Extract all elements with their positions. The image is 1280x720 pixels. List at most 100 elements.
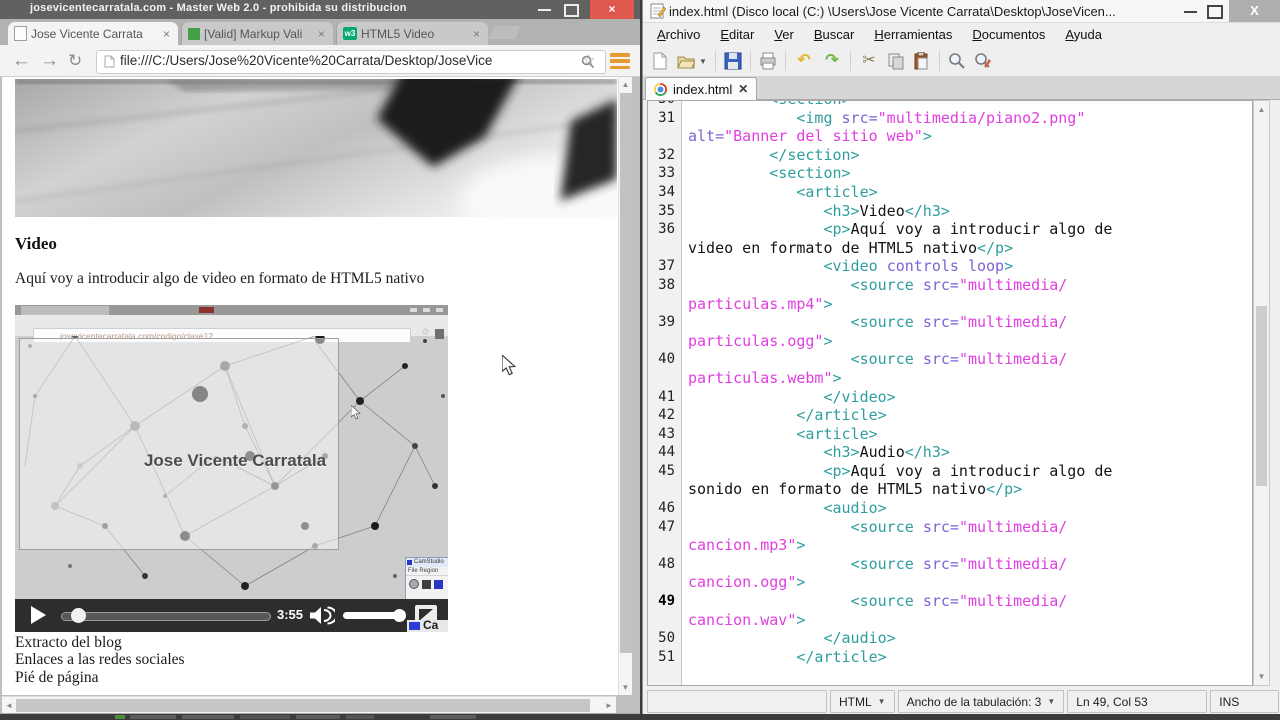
status-tabwidth-select[interactable]: Ancho de la tabulación: 3 ▼	[897, 690, 1065, 713]
taskbar-item[interactable]	[430, 715, 476, 719]
code-row[interactable]: 46 <audio>	[648, 499, 1252, 518]
volume-thumb[interactable]	[393, 609, 406, 622]
menu-item-documentos[interactable]: Documentos	[962, 27, 1055, 42]
scroll-left-icon[interactable]: ◄	[4, 701, 14, 710]
close-tab-icon[interactable]: ✕	[738, 82, 748, 96]
minimize-button[interactable]	[1184, 11, 1197, 13]
taskbar-item[interactable]	[182, 715, 234, 719]
menu-item-ver[interactable]: Ver	[764, 27, 804, 42]
browser-tab-1[interactable]: Jose Vicente Carrata ×	[8, 22, 178, 45]
toolbar-separator	[784, 51, 786, 71]
code-row[interactable]: 34 <article>	[648, 183, 1252, 202]
new-file-icon[interactable]	[651, 52, 669, 70]
save-icon[interactable]	[724, 52, 742, 70]
code-row[interactable]: 42 </article>	[648, 406, 1252, 425]
code-row[interactable]: 39 <source src="multimedia/	[648, 313, 1252, 332]
back-icon[interactable]: ←	[12, 48, 31, 74]
scrollbar-thumb[interactable]	[1256, 306, 1267, 486]
copy-icon[interactable]	[887, 52, 905, 70]
minimize-button[interactable]	[538, 9, 551, 11]
taskbar-item[interactable]	[240, 715, 290, 719]
taskbar-item[interactable]	[296, 715, 340, 719]
code-row[interactable]: 44 <h3>Audio</h3>	[648, 443, 1252, 462]
open-file-icon[interactable]	[677, 52, 696, 70]
taskbar-item[interactable]	[115, 715, 125, 719]
scroll-up-icon[interactable]: ▲	[1254, 105, 1269, 114]
maximize-button[interactable]	[564, 4, 579, 17]
undo-icon[interactable]: ↶	[794, 52, 814, 70]
close-tab-icon[interactable]: ×	[471, 27, 482, 41]
scrollbar-thumb[interactable]	[620, 93, 632, 653]
menu-item-editar[interactable]: Editar	[710, 27, 764, 42]
code-row[interactable]: 47 <source src="multimedia/	[648, 518, 1252, 537]
editor-tab-index-html[interactable]: index.html ✕	[645, 77, 758, 100]
find-replace-icon[interactable]	[974, 52, 992, 70]
browser-tab-2[interactable]: [Valid] Markup Vali ×	[181, 22, 333, 45]
code-row[interactable]: 35 <h3>Video</h3>	[648, 202, 1252, 221]
code-row[interactable]: particulas.ogg">	[648, 332, 1252, 351]
code-row[interactable]: 36 <p>Aquí voy a introducir algo de	[648, 220, 1252, 239]
code-row[interactable]: cancion.mp3">	[648, 536, 1252, 555]
video-progress-bar[interactable]	[61, 612, 271, 621]
code-row[interactable]: 45 <p>Aquí voy a introducir algo de	[648, 462, 1252, 481]
print-icon[interactable]	[759, 52, 777, 70]
close-tab-icon[interactable]: ×	[316, 27, 327, 41]
maximize-button[interactable]	[1207, 5, 1223, 19]
browser-vertical-scrollbar[interactable]: ▲ ▼	[618, 77, 632, 695]
redo-icon[interactable]: ↷	[822, 52, 842, 70]
code-row[interactable]: 43 <article>	[648, 425, 1252, 444]
bookmark-star-icon[interactable]: ☆	[582, 51, 595, 69]
scroll-down-icon[interactable]: ▼	[619, 683, 632, 692]
code-row[interactable]: 49 <source src="multimedia/	[648, 592, 1252, 611]
code-row[interactable]: 33 <section>	[648, 164, 1252, 183]
taskbar-item[interactable]	[346, 715, 374, 719]
paste-icon[interactable]	[913, 51, 931, 70]
code-row[interactable]: cancion.wav">	[648, 611, 1252, 630]
code-editor-area[interactable]: 30 <section>31 <img src="multimedia/pian…	[647, 100, 1253, 686]
close-tab-icon[interactable]: ×	[161, 27, 172, 41]
code-row[interactable]: particulas.webm">	[648, 369, 1252, 388]
cut-icon[interactable]: ✂	[859, 52, 879, 70]
menu-item-archivo[interactable]: Archivo	[647, 27, 710, 42]
editor-titlebar[interactable]: index.html (Disco local (C:) \Users\Jose…	[643, 0, 1280, 23]
scroll-down-icon[interactable]: ▼	[1254, 672, 1269, 681]
code-row[interactable]: 41 </video>	[648, 388, 1252, 407]
open-dropdown-icon[interactable]: ▼	[699, 57, 707, 66]
code-row[interactable]: 48 <source src="multimedia/	[648, 555, 1252, 574]
code-row[interactable]: 31 <img src="multimedia/piano2.png"	[648, 109, 1252, 128]
code-row[interactable]: 40 <source src="multimedia/	[648, 350, 1252, 369]
browser-horizontal-scrollbar[interactable]: ◄ ►	[2, 696, 616, 713]
code-row[interactable]: 37 <video controls loop>	[648, 257, 1252, 276]
speaker-icon[interactable]	[309, 606, 335, 625]
code-row[interactable]: particulas.mp4">	[648, 295, 1252, 314]
code-row[interactable]: cancion.ogg">	[648, 573, 1252, 592]
status-language-select[interactable]: HTML ▼	[830, 690, 895, 713]
code-row[interactable]: 50 </audio>	[648, 629, 1252, 648]
code-row[interactable]: sonido en formato de HTML5 nativo</p>	[648, 480, 1252, 499]
browser-titlebar[interactable]: josevicentecarratala.com - Master Web 2.…	[0, 0, 640, 19]
code-row[interactable]: alt="Banner del sitio web">	[648, 127, 1252, 146]
play-icon[interactable]	[31, 606, 46, 624]
code-row[interactable]: 38 <source src="multimedia/	[648, 276, 1252, 295]
video-progress-thumb[interactable]	[71, 608, 86, 623]
video-player[interactable]: josevicentecarratala.com/codigo/clase12 …	[15, 305, 448, 632]
browser-tab-3[interactable]: w3 HTML5 Video ×	[336, 22, 488, 45]
taskbar-item[interactable]	[130, 715, 176, 719]
close-button[interactable]: ×	[590, 0, 634, 19]
reload-icon[interactable]: ↻	[68, 48, 82, 74]
menu-icon[interactable]	[610, 53, 630, 69]
find-icon[interactable]	[948, 52, 966, 70]
code-row[interactable]: 32 </section>	[648, 146, 1252, 165]
menu-item-ayuda[interactable]: Ayuda	[1055, 27, 1112, 42]
code-row[interactable]: 51 </article>	[648, 648, 1252, 667]
editor-vertical-scrollbar[interactable]: ▲ ▼	[1253, 100, 1270, 686]
scroll-right-icon[interactable]: ►	[604, 701, 614, 710]
scrollbar-thumb[interactable]	[16, 699, 590, 712]
code-row[interactable]: video en formato de HTML5 nativo</p>	[648, 239, 1252, 258]
menu-item-herramientas[interactable]: Herramientas	[864, 27, 962, 42]
close-button[interactable]: X	[1229, 0, 1280, 22]
code-row[interactable]: 30 <section>	[648, 101, 1252, 109]
menu-item-buscar[interactable]: Buscar	[804, 27, 864, 42]
forward-icon[interactable]: →	[40, 48, 59, 74]
scroll-up-icon[interactable]: ▲	[619, 80, 632, 89]
